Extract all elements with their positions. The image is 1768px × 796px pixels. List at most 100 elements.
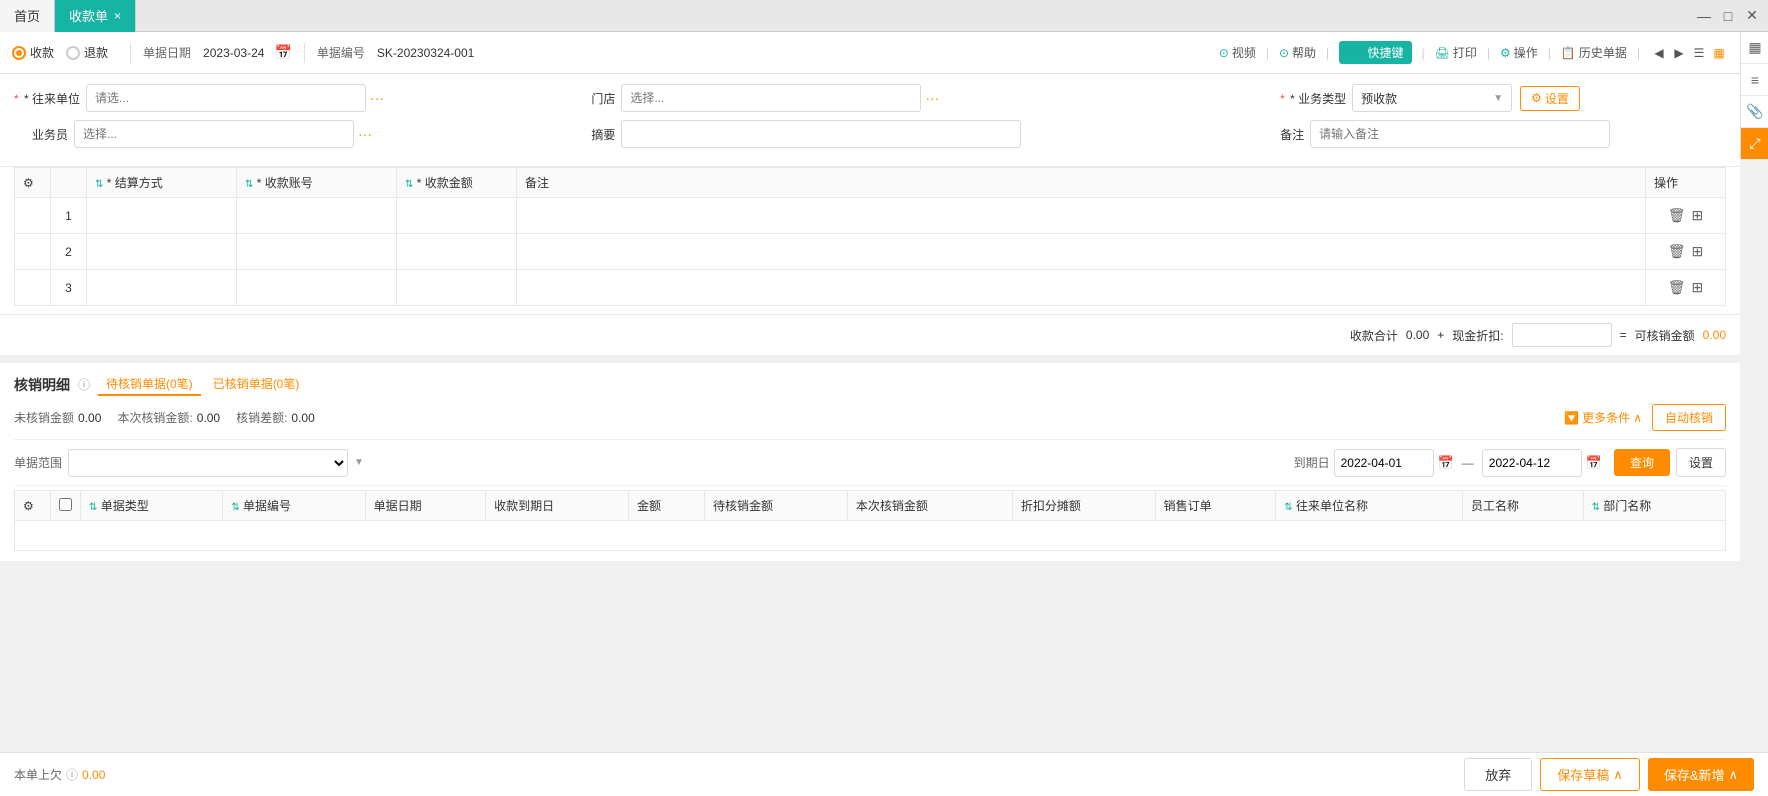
row2-account[interactable]	[237, 234, 397, 270]
form-row-2: 业务员 ··· 摘要 备注	[14, 120, 1726, 148]
history-label: 历史单据	[1579, 44, 1627, 61]
counterpart-input[interactable]	[86, 84, 366, 112]
verify-col-checkbox[interactable]	[51, 491, 81, 521]
save-draft-arrow-icon: ∧	[1613, 767, 1623, 783]
history-action[interactable]: 📋 历史单据	[1561, 44, 1627, 61]
table-footer: 收款合计 0.00 + 现金折扣: = 可核销金额 0.00	[0, 314, 1740, 355]
row2-settlement[interactable]	[87, 234, 237, 270]
verify-table-header: ⚙ ⇅ 单据类型 ⇅ 单据编号 单据日期 收款到期日 金额 待核销	[15, 491, 1726, 521]
row2-amount[interactable]	[397, 234, 517, 270]
save-draft-button[interactable]: 保存草稿 ∧	[1540, 758, 1640, 791]
prev-icon[interactable]: ◀	[1650, 44, 1668, 62]
table-row: 1 🗑 ⊞	[15, 198, 1726, 234]
diff-value: 0.00	[291, 411, 314, 425]
verify-tab-completed[interactable]: 已核销单据(0笔)	[205, 373, 308, 396]
remark-label: 备注	[1280, 126, 1310, 143]
video-action[interactable]: ⊙ 视频	[1219, 44, 1256, 61]
row3-copy-icon[interactable]: ⊞	[1692, 279, 1704, 296]
verify-title-row: 核销明细 ⓘ 待核销单据(0笔) 已核销单据(0笔)	[14, 373, 1726, 396]
due-date-field: 到期日 📅 — 📅	[1294, 449, 1602, 477]
save-new-button[interactable]: 保存&新增 ∧	[1648, 758, 1754, 791]
divider-2	[304, 43, 305, 63]
counterpart-label: * * 往来单位	[14, 90, 86, 107]
print-label: 打印	[1453, 44, 1477, 61]
discard-button[interactable]: 放弃	[1464, 758, 1532, 791]
row3-account[interactable]	[237, 270, 397, 306]
maximize-button[interactable]: □	[1720, 8, 1736, 24]
row1-action: 🗑 ⊞	[1646, 198, 1726, 234]
row2-remark[interactable]	[517, 234, 1646, 270]
grid-view-icon[interactable]: ▦	[1710, 44, 1728, 62]
radio-refund[interactable]: 退款	[66, 44, 108, 61]
equals-sign: =	[1620, 328, 1627, 342]
row3-delete-icon[interactable]: 🗑	[1668, 279, 1686, 296]
date-to-icon[interactable]: 📅	[1586, 455, 1602, 471]
sidebar-clip-icon[interactable]: 📎	[1741, 96, 1768, 128]
operation-label: 操作	[1514, 44, 1538, 61]
print-action[interactable]: 🖨 打印	[1435, 44, 1477, 61]
operation-action[interactable]: ⚙ 操作	[1500, 44, 1538, 61]
filter-setting-button[interactable]: 设置	[1676, 448, 1726, 477]
due-label: 到期日	[1294, 454, 1330, 471]
row1-amount[interactable]	[397, 198, 517, 234]
minimize-button[interactable]: —	[1696, 8, 1712, 24]
total-value: 0.00	[1406, 328, 1429, 342]
sidebar-table-icon[interactable]: ▦	[1741, 32, 1768, 64]
verify-col-type: ⇅ 单据类型	[81, 491, 223, 521]
tab-close-icon[interactable]: ×	[114, 9, 121, 23]
verify-col-date: 单据日期	[365, 491, 486, 521]
date-from-input[interactable]	[1334, 449, 1434, 477]
range-select[interactable]	[68, 449, 348, 477]
discount-input[interactable]	[1512, 323, 1612, 347]
help-icon: ⊙	[1279, 46, 1289, 60]
query-button[interactable]: 查询	[1614, 449, 1670, 476]
date-from-icon[interactable]: 📅	[1438, 455, 1454, 471]
row1-remark[interactable]	[517, 198, 1646, 234]
row1-copy-icon[interactable]: ⊞	[1692, 207, 1704, 224]
auto-cancel-button[interactable]: 自动核销	[1652, 404, 1726, 431]
row3-amount[interactable]	[397, 270, 517, 306]
next-icon[interactable]: ▶	[1670, 44, 1688, 62]
date-icon[interactable]: 📅	[274, 44, 291, 61]
verify-tab-pending[interactable]: 待核销单据(0笔)	[98, 373, 201, 396]
stat-uncanceled: 未核销金额 0.00	[14, 409, 101, 426]
store-more-icon[interactable]: ···	[925, 90, 939, 106]
sidebar-list-icon[interactable]: ≡	[1741, 64, 1768, 96]
list-view-icon[interactable]: ☰	[1690, 44, 1708, 62]
verify-col-settings[interactable]: ⚙	[15, 491, 51, 521]
form-row-1: * * 往来单位 ··· 门店 ··· * * 业务类型 预收款	[14, 84, 1726, 112]
counterpart-more-icon[interactable]: ···	[370, 90, 384, 106]
more-conditions-button[interactable]: 🔽 更多条件 ∧	[1564, 409, 1642, 426]
help-action[interactable]: ⊙ 帮助	[1279, 44, 1316, 61]
remark-input[interactable]	[1310, 120, 1610, 148]
verify-info-icon[interactable]: ⓘ	[78, 376, 90, 393]
col-account-header: ⇅ * 收款账号	[237, 168, 397, 198]
verify-table: ⚙ ⇅ 单据类型 ⇅ 单据编号 单据日期 收款到期日 金额 待核销	[14, 490, 1726, 551]
row1-account[interactable]	[237, 198, 397, 234]
staff-input[interactable]	[74, 120, 354, 148]
col-settings-header[interactable]: ⚙	[15, 168, 51, 198]
tab-home[interactable]: 首页	[0, 0, 55, 32]
date-to-input[interactable]	[1482, 449, 1582, 477]
shortcut-action[interactable]: ⌨ 快捷键	[1339, 41, 1411, 64]
toolbar: 收款 退款 单据日期 2023-03-24 📅 单据编号 SK-20230324…	[0, 32, 1740, 74]
row3-settlement[interactable]	[87, 270, 237, 306]
select-all-checkbox[interactable]	[59, 498, 72, 511]
tab-receipt[interactable]: 收款单 ×	[55, 0, 136, 32]
staff-more-icon[interactable]: ···	[358, 126, 372, 142]
sidebar-expand-icon[interactable]: ⤢	[1741, 128, 1768, 160]
window-controls: — □ ✕	[1696, 8, 1768, 24]
row1-settlement[interactable]	[87, 198, 237, 234]
row1-delete-icon[interactable]: 🗑	[1668, 207, 1686, 224]
store-input[interactable]	[621, 84, 921, 112]
counterpart-field: * * 往来单位 ···	[14, 84, 571, 112]
business-type-select[interactable]: 预收款 ▼	[1352, 84, 1512, 112]
form-setting-button[interactable]: ⚙ 设置	[1520, 86, 1580, 111]
close-button[interactable]: ✕	[1744, 8, 1760, 24]
row2-copy-icon[interactable]: ⊞	[1692, 243, 1704, 260]
summary-input[interactable]	[621, 120, 1021, 148]
radio-receipt[interactable]: 收款	[12, 44, 54, 61]
row3-remark[interactable]	[517, 270, 1646, 306]
row2-delete-icon[interactable]: 🗑	[1668, 243, 1686, 260]
print-icon: 🖨	[1435, 46, 1450, 60]
